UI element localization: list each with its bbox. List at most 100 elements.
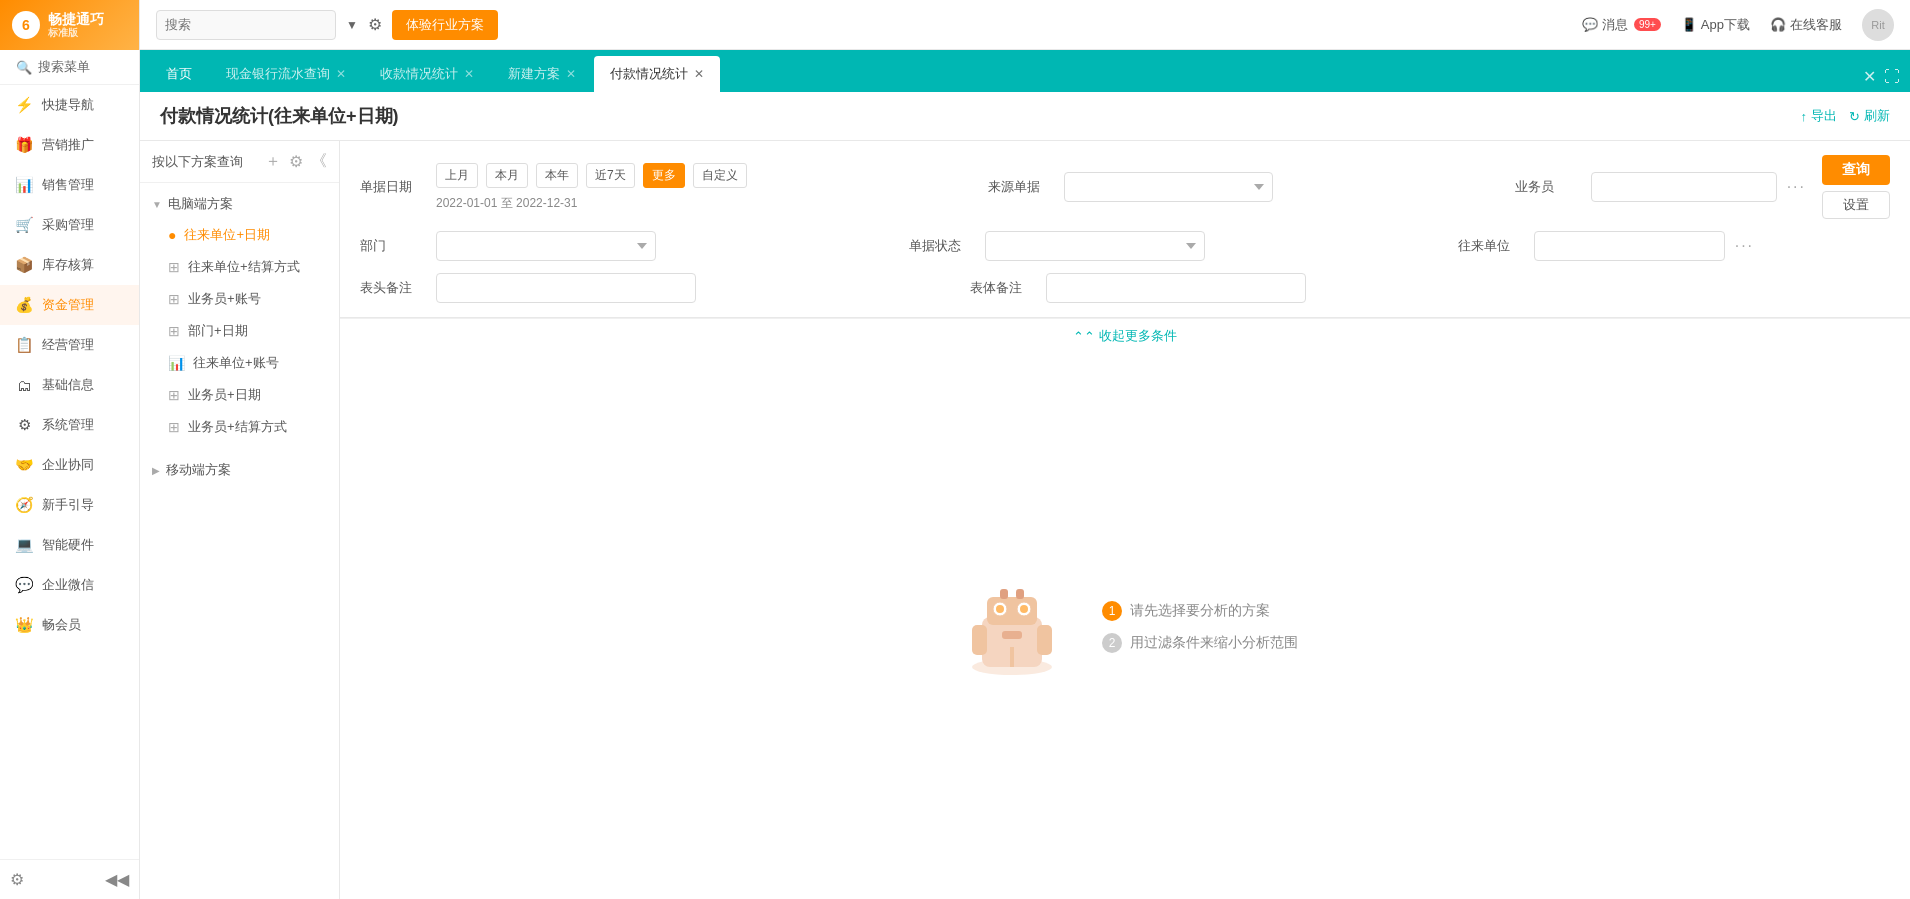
sidebar-item-system[interactable]: ⚙ 系统管理 (0, 405, 139, 445)
sidebar-item-quick-nav[interactable]: ⚡ 快捷导航 (0, 85, 139, 125)
doc-status-select[interactable] (985, 231, 1205, 261)
scheme-item-staff-settle[interactable]: ⊞ 业务员+结算方式 (140, 411, 339, 443)
tab-bank-flow[interactable]: 现金银行流水查询 ✕ (210, 56, 362, 92)
settings-footer-icon[interactable]: ⚙ (10, 870, 24, 889)
sidebar-item-hardware[interactable]: 💻 智能硬件 (0, 525, 139, 565)
empty-tip-2: 2 用过滤条件来缩小分析范围 (1102, 633, 1298, 653)
expand-tabs-btn[interactable]: ⛶ (1884, 68, 1900, 86)
btn-this-month[interactable]: 本月 (486, 163, 528, 188)
refresh-icon: ↻ (1849, 109, 1860, 124)
messages-btn[interactable]: 💬 消息 99+ (1582, 16, 1661, 34)
source-select[interactable] (1064, 172, 1273, 202)
sidebar-item-purchase[interactable]: 🛒 采购管理 (0, 205, 139, 245)
empty-illustration (952, 567, 1072, 687)
refresh-button[interactable]: ↻ 刷新 (1849, 107, 1890, 125)
scheme-item-partner-date[interactable]: ● 往来单位+日期 (140, 219, 339, 251)
sidebar-item-sales[interactable]: 📊 销售管理 (0, 165, 139, 205)
svg-point-9 (996, 605, 1004, 613)
scheme-item-staff-account[interactable]: ⊞ 业务员+账号 (140, 283, 339, 315)
filter-area: 单据日期 上月 本月 本年 近7天 更多 自定义 2022-01-01 至 20… (340, 141, 1910, 318)
avatar-text: Rit (1871, 19, 1884, 31)
phone-icon: 📱 (1681, 17, 1697, 32)
staff-label: 业务员 (1515, 178, 1575, 196)
btn-last-7days[interactable]: 近7天 (586, 163, 635, 188)
tab-pay-stat[interactable]: 付款情况统计 ✕ (594, 56, 720, 92)
scheme-item-icon-table2: ⊞ (168, 291, 180, 307)
collapse-scheme-icon[interactable]: 《 (311, 151, 327, 172)
user-avatar[interactable]: Rit (1862, 9, 1894, 41)
sidebar-item-operation[interactable]: 📋 经营管理 (0, 325, 139, 365)
tab-new-scheme[interactable]: 新建方案 ✕ (492, 56, 592, 92)
topbar-dropdown-icon[interactable]: ▼ (346, 18, 358, 32)
tab-home-label: 首页 (166, 65, 192, 83)
scheme-section-desktop-header[interactable]: ▼ 电脑端方案 (140, 189, 339, 219)
sidebar-item-wechat[interactable]: 💬 企业微信 (0, 565, 139, 605)
purchase-icon: 🛒 (14, 215, 34, 235)
export-button[interactable]: ↑ 导出 (1801, 107, 1838, 125)
btn-last-month[interactable]: 上月 (436, 163, 478, 188)
btn-this-year[interactable]: 本年 (536, 163, 578, 188)
sidebar-item-guide[interactable]: 🧭 新手引导 (0, 485, 139, 525)
btn-more-dates[interactable]: 更多 (643, 163, 685, 188)
scheme-item-staff-date[interactable]: ⊞ 业务员+日期 (140, 379, 339, 411)
staff-more-dots[interactable]: ··· (1787, 178, 1806, 196)
search-menu[interactable]: 🔍 搜索菜单 (0, 50, 139, 85)
close-all-tabs-btn[interactable]: ✕ (1863, 67, 1876, 86)
sidebar-item-marketing[interactable]: 🎁 营销推广 (0, 125, 139, 165)
scheme-section-mobile-header[interactable]: ▶ 移动端方案 (140, 455, 339, 485)
scheme-item-label: 业务员+账号 (188, 290, 261, 308)
tab-pay-stat-close[interactable]: ✕ (694, 67, 704, 81)
scheme-settings-icon[interactable]: ⚙ (289, 152, 303, 171)
btn-custom-date[interactable]: 自定义 (693, 163, 747, 188)
date-btns-group: 上月 本月 本年 近7天 更多 自定义 2022-01-01 至 2022-12… (436, 163, 747, 212)
scheme-panel-header: 按以下方案查询 ＋ ⚙ 《 (140, 141, 339, 183)
sidebar-item-basic[interactable]: 🗂 基础信息 (0, 365, 139, 405)
topbar: ▼ ⚙ 体验行业方案 💬 消息 99+ 📱 App下载 🎧 在线客服 Rit (140, 0, 1910, 50)
sidebar-item-enterprise[interactable]: 🤝 企业协同 (0, 445, 139, 485)
tab-home[interactable]: 首页 (150, 56, 208, 92)
sidebar-item-label: 库存核算 (42, 256, 94, 274)
system-icon: ⚙ (14, 415, 34, 435)
sidebar: 6 畅捷通巧 标准版 🔍 搜索菜单 ⚡ 快捷导航 🎁 营销推广 📊 销售管理 🛒… (0, 0, 140, 899)
sidebar-item-finance[interactable]: 💰 资金管理 (0, 285, 139, 325)
marketing-icon: 🎁 (14, 135, 34, 155)
app-download-btn[interactable]: 📱 App下载 (1681, 16, 1750, 34)
tab-bank-flow-close[interactable]: ✕ (336, 67, 346, 81)
partner-more-dots[interactable]: ··· (1735, 237, 1754, 255)
topbar-settings-icon[interactable]: ⚙ (368, 15, 382, 34)
app-download-label: App下载 (1701, 16, 1750, 34)
scheme-item-icon-chart: 📊 (168, 355, 185, 371)
body-note-col (1046, 273, 1508, 303)
add-scheme-icon[interactable]: ＋ (265, 151, 281, 172)
tab-payment-stat-close[interactable]: ✕ (464, 67, 474, 81)
messages-label: 消息 (1602, 16, 1628, 34)
dept-select[interactable] (436, 231, 656, 261)
query-button[interactable]: 查询 (1822, 155, 1890, 185)
scheme-item-icon-table3: ⊞ (168, 323, 180, 339)
header-note-input[interactable] (436, 273, 696, 303)
settings-button[interactable]: 设置 (1822, 191, 1890, 219)
sidebar-item-inventory[interactable]: 📦 库存核算 (0, 245, 139, 285)
topbar-right: 💬 消息 99+ 📱 App下载 🎧 在线客服 Rit (1582, 9, 1894, 41)
sidebar-item-member[interactable]: 👑 畅会员 (0, 605, 139, 645)
topbar-search-input[interactable] (156, 10, 336, 40)
collapse-sidebar-icon[interactable]: ◀◀ (105, 870, 129, 889)
staff-input[interactable] (1591, 172, 1777, 202)
scheme-item-partner-settle[interactable]: ⊞ 往来单位+结算方式 (140, 251, 339, 283)
scheme-item-label: 部门+日期 (188, 322, 248, 340)
scheme-item-label: 往来单位+结算方式 (188, 258, 300, 276)
trial-button[interactable]: 体验行业方案 (392, 10, 498, 40)
scheme-item-dept-date[interactable]: ⊞ 部门+日期 (140, 315, 339, 347)
collapse-conditions-btn[interactable]: ⌃⌃ 收起更多条件 (340, 318, 1910, 353)
body-note-input[interactable] (1046, 273, 1306, 303)
partner-select-col: ··· (1534, 231, 1754, 261)
tab-payment-stat[interactable]: 收款情况统计 ✕ (364, 56, 490, 92)
online-service-label: 在线客服 (1790, 16, 1842, 34)
scheme-item-partner-account[interactable]: 📊 往来单位+账号 (140, 347, 339, 379)
tab-new-scheme-close[interactable]: ✕ (566, 67, 576, 81)
sidebar-item-label: 企业微信 (42, 576, 94, 594)
sidebar-footer: ⚙ ◀◀ (0, 859, 139, 899)
partner-input[interactable] (1534, 231, 1725, 261)
desktop-section-label: 电脑端方案 (168, 195, 233, 213)
online-service-btn[interactable]: 🎧 在线客服 (1770, 16, 1842, 34)
